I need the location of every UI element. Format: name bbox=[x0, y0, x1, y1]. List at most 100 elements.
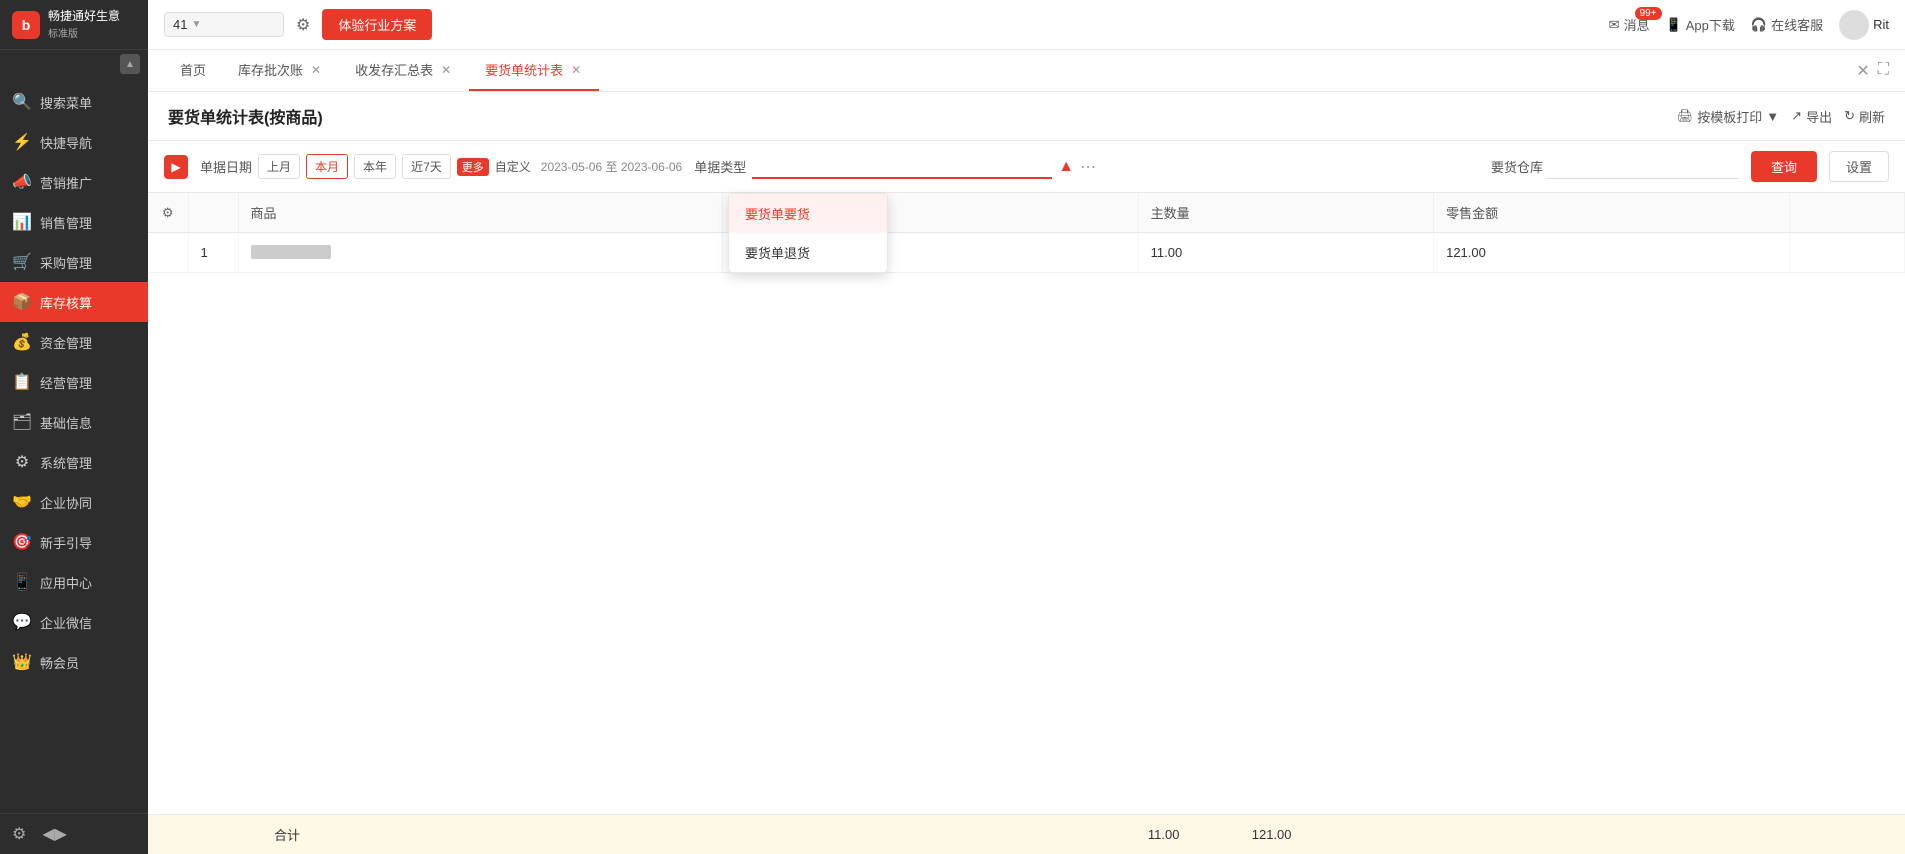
footer-quantity: 11.00 bbox=[1080, 827, 1180, 842]
sidebar-bottom: ⚙ ◀▶ bbox=[0, 813, 148, 854]
col-no bbox=[188, 193, 238, 233]
finance-icon: 💰 bbox=[12, 332, 32, 352]
trial-btn[interactable]: 体验行业方案 bbox=[322, 9, 432, 40]
logo-title: 畅捷通好生意 bbox=[48, 9, 120, 25]
query-btn[interactable]: 查询 bbox=[1751, 151, 1817, 182]
system-icon: ⚙ bbox=[12, 452, 32, 472]
headset-icon: 🎧 bbox=[1751, 17, 1767, 33]
store-number: 41 bbox=[173, 17, 187, 32]
custom-date-btn[interactable]: 自定义 bbox=[495, 158, 531, 175]
tab-close-receivable[interactable]: ✕ bbox=[439, 63, 453, 77]
type-input[interactable] bbox=[752, 154, 1052, 179]
dropdown-item-return[interactable]: 要货单退货 bbox=[729, 233, 887, 272]
refresh-btn[interactable]: ↻ 刷新 bbox=[1844, 107, 1885, 126]
expand-filter-btn[interactable]: ▶ bbox=[164, 155, 188, 179]
sidebar-item-sales[interactable]: 📊 销售管理 bbox=[0, 202, 148, 242]
chevron-up-icon[interactable]: ▲ bbox=[1058, 158, 1074, 176]
sidebar-item-operation[interactable]: 📋 经营管理 bbox=[0, 362, 148, 402]
print-icon: 🖨 bbox=[1677, 108, 1694, 124]
collapse-icon[interactable]: ◀▶ bbox=[42, 824, 67, 844]
this-month-btn[interactable]: 本月 bbox=[306, 154, 348, 179]
message-btn[interactable]: ✉ 消息 99+ bbox=[1609, 15, 1650, 34]
tab-close-batch[interactable]: ✕ bbox=[309, 63, 323, 77]
col-product: 商品 bbox=[238, 193, 723, 233]
wechat-icon: 💬 bbox=[12, 612, 32, 632]
close-all-tabs-icon[interactable]: ✕ bbox=[1856, 61, 1869, 81]
sales-icon: 📊 bbox=[12, 212, 32, 232]
tab-home[interactable]: 首页 bbox=[164, 50, 222, 91]
user-name: Rit bbox=[1873, 17, 1889, 32]
scroll-up-btn[interactable]: ▲ bbox=[120, 54, 140, 74]
sidebar-item-inventory[interactable]: 📦 库存核算 bbox=[0, 282, 148, 322]
date-label: 单据日期 bbox=[200, 157, 252, 176]
sidebar-item-basic[interactable]: 🗂 基础信息 bbox=[0, 402, 148, 442]
app-download-btn[interactable]: 📱 App下载 bbox=[1666, 15, 1735, 34]
sidebar-item-wechat[interactable]: 💬 企业微信 bbox=[0, 602, 148, 642]
operation-icon: 📋 bbox=[12, 372, 32, 392]
more-options-icon[interactable]: ⋯ bbox=[1080, 157, 1096, 177]
footer-amount: 121.00 bbox=[1192, 827, 1292, 842]
tab-receivable[interactable]: 收发存汇总表✕ bbox=[339, 50, 469, 91]
sidebar-item-search[interactable]: 🔍 搜索菜单 bbox=[0, 82, 148, 122]
print-btn[interactable]: 🖨 按模板打印 ▼ bbox=[1677, 107, 1779, 126]
logo-icon: b bbox=[12, 11, 40, 39]
tab-close-requisition[interactable]: ✕ bbox=[569, 63, 583, 77]
sidebar-item-appstore[interactable]: 📱 应用中心 bbox=[0, 562, 148, 602]
table-footer: 合计 11.00 121.00 bbox=[148, 814, 1905, 854]
page-header-actions: 🖨 按模板打印 ▼ ↗ 导出 ↻ 刷新 bbox=[1677, 107, 1885, 126]
sidebar-nav: 🔍 搜索菜单 ⚡ 快捷导航 📣 营销推广 📊 销售管理 🛒 采购管理 📦 库存核… bbox=[0, 78, 148, 813]
marketing-icon: 📣 bbox=[12, 172, 32, 192]
sidebar-item-member[interactable]: 👑 畅会员 bbox=[0, 642, 148, 682]
maximize-icon[interactable]: ⛶ bbox=[1878, 61, 1889, 81]
export-btn[interactable]: ↗ 导出 bbox=[1791, 107, 1832, 126]
page-title: 要货单统计表(按商品) bbox=[168, 104, 323, 128]
sidebar-item-newbie[interactable]: 🎯 新手引导 bbox=[0, 522, 148, 562]
filter-settings-btn[interactable]: 设置 bbox=[1829, 151, 1889, 182]
store-selector[interactable]: 41 ▼ bbox=[164, 12, 284, 37]
settings-icon[interactable]: ⚙ bbox=[12, 824, 26, 844]
sidebar-item-purchase[interactable]: 🛒 采购管理 bbox=[0, 242, 148, 282]
refresh-icon: ↻ bbox=[1844, 108, 1855, 124]
more-badge[interactable]: 更多 bbox=[457, 158, 489, 176]
cell-quantity: 11.00 bbox=[1138, 233, 1433, 273]
sidebar-item-quicknav[interactable]: ⚡ 快捷导航 bbox=[0, 122, 148, 162]
date-range-display: 2023-05-06 至 2023-06-06 bbox=[541, 158, 682, 175]
dropdown-item-requisition[interactable]: 要货单要货 bbox=[729, 194, 887, 233]
last-7days-btn[interactable]: 近7天 bbox=[402, 154, 451, 179]
page-header: 要货单统计表(按商品) 🖨 按模板打印 ▼ ↗ 导出 ↻ 刷新 bbox=[148, 92, 1905, 141]
type-dropdown: 要货单要货 要货单退货 bbox=[728, 193, 888, 273]
col-settings: ⚙ bbox=[148, 193, 188, 233]
settings-col-icon[interactable]: ⚙ bbox=[162, 205, 174, 220]
warehouse-filter: 要货仓库 bbox=[1491, 155, 1739, 179]
col-amount: 零售金额 bbox=[1434, 193, 1789, 233]
sidebar-item-enterprise[interactable]: 🤝 企业协同 bbox=[0, 482, 148, 522]
warehouse-input[interactable] bbox=[1547, 155, 1739, 179]
search-icon: 🔍 bbox=[12, 92, 32, 112]
logo-subtitle: 标准版 bbox=[48, 25, 120, 40]
chevron-down-icon: ▼ bbox=[1766, 109, 1779, 124]
main: 41 ▼ ⚙ 体验行业方案 ✉ 消息 99+ 📱 App下载 🎧 在线客服 Ri… bbox=[148, 0, 1905, 854]
warehouse-label: 要货仓库 bbox=[1491, 157, 1543, 176]
sidebar-item-system[interactable]: ⚙ 系统管理 bbox=[0, 442, 148, 482]
this-year-btn[interactable]: 本年 bbox=[354, 154, 396, 179]
user-avatar[interactable]: Rit bbox=[1839, 10, 1889, 40]
tab-requisition[interactable]: 要货单统计表✕ bbox=[469, 50, 599, 91]
enterprise-icon: 🤝 bbox=[12, 492, 32, 512]
gear-icon[interactable]: ⚙ bbox=[296, 15, 310, 35]
col-quantity: 主数量 bbox=[1138, 193, 1433, 233]
last-month-btn[interactable]: 上月 bbox=[258, 154, 300, 179]
member-icon: 👑 bbox=[12, 652, 32, 672]
inventory-icon: 📦 bbox=[12, 292, 32, 312]
download-icon: 📱 bbox=[1666, 17, 1682, 33]
sidebar-item-finance[interactable]: 💰 资金管理 bbox=[0, 322, 148, 362]
sidebar-item-marketing[interactable]: 📣 营销推广 bbox=[0, 162, 148, 202]
col-extra bbox=[1789, 193, 1904, 233]
quicknav-icon: ⚡ bbox=[12, 132, 32, 152]
table-area: ⚙ 商品 主计量单位 主数量 零售金额 1 bbox=[148, 193, 1905, 814]
cell-amount: 121.00 bbox=[1434, 233, 1789, 273]
tab-batch[interactable]: 库存批次账✕ bbox=[222, 50, 339, 91]
appstore-icon: 📱 bbox=[12, 572, 32, 592]
service-btn[interactable]: 🎧 在线客服 bbox=[1751, 15, 1823, 34]
topbar: 41 ▼ ⚙ 体验行业方案 ✉ 消息 99+ 📱 App下载 🎧 在线客服 Ri… bbox=[148, 0, 1905, 50]
export-icon: ↗ bbox=[1791, 108, 1802, 124]
